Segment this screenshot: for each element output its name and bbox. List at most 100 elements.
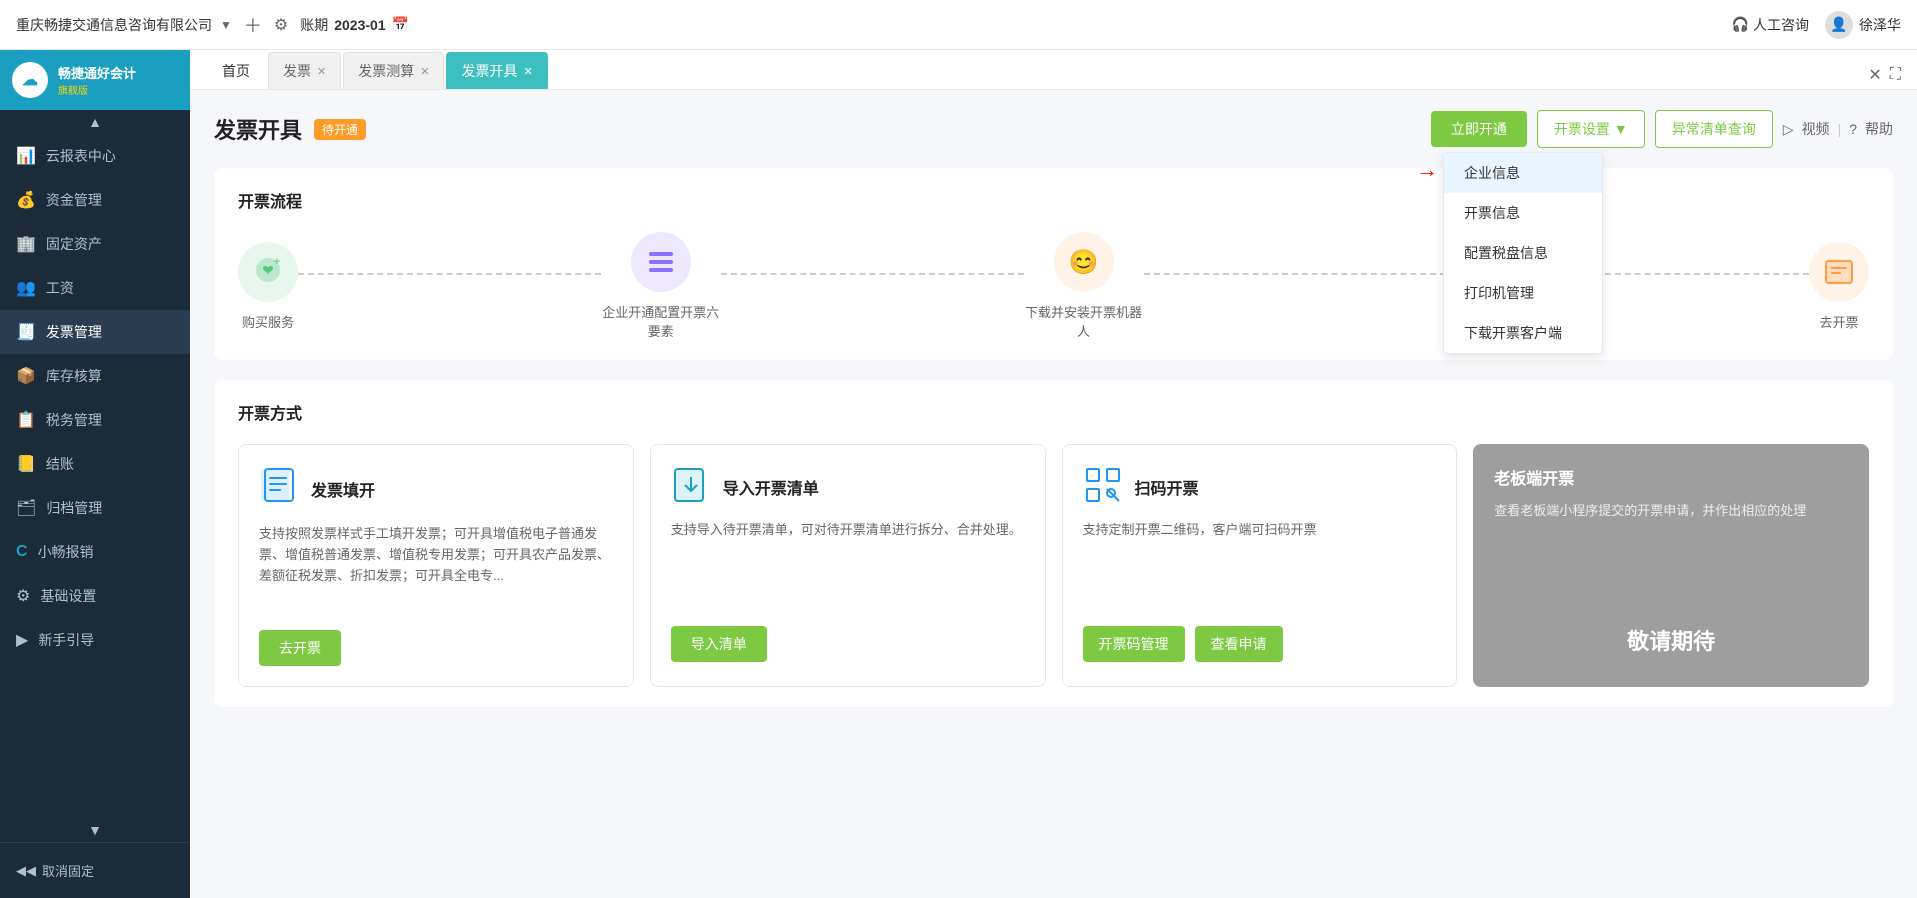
user-profile-btn[interactable]: 👤 徐泽华: [1825, 11, 1901, 39]
settings-btn[interactable]: 开票设置 ▼: [1537, 110, 1645, 148]
tab-invoice-label: 发票: [283, 61, 311, 81]
xiaochang-icon: C: [16, 543, 28, 561]
tab-invoice-issue-label: 发票开具: [461, 61, 517, 81]
scan-invoice-icon: [1083, 465, 1123, 508]
video-label[interactable]: 视频: [1802, 119, 1830, 139]
sidebar-item-kucun[interactable]: 📦 库存核算: [0, 354, 190, 398]
fapiao-icon: 🧾: [16, 322, 36, 342]
main-layout: ☁ 畅捷通好会计 旗舰版 ▲ 📊 云报表中心 💰 资金管理 🏢 固定资产: [0, 50, 1917, 898]
fill-invoice-icon: [259, 465, 299, 512]
exception-btn[interactable]: 异常清单查询: [1655, 110, 1773, 148]
sidebar-item-shuiwu-label: 税务管理: [46, 410, 102, 430]
dropdown-item-printer-mgmt[interactable]: 打印机管理: [1444, 273, 1602, 313]
flow-step-config-label: 企业开通配置开票六要素: [601, 302, 721, 340]
logo-title: 畅捷通好会计: [58, 63, 136, 82]
sidebar-item-zijin[interactable]: 💰 资金管理: [0, 178, 190, 222]
svg-text:❤: ❤: [262, 262, 274, 278]
settings-dropdown: → 企业信息 开票信息 配置税盘信息 打印机管理: [1443, 152, 1603, 354]
sidebar: ☁ 畅捷通好会计 旗舰版 ▲ 📊 云报表中心 💰 资金管理 🏢 固定资产: [0, 50, 190, 898]
human-consult-label: 人工咨询: [1753, 15, 1809, 35]
status-badge: 待开通: [314, 119, 366, 140]
kucun-icon: 📦: [16, 366, 36, 386]
flow-step-go-invoice-label: 去开票: [1819, 312, 1858, 331]
sidebar-scroll-down[interactable]: ▼: [0, 818, 190, 842]
flow-step-download-label: 下载并安装开票机器人: [1024, 302, 1144, 340]
tab-close-btn[interactable]: ✕: [1868, 65, 1881, 85]
method-card-import-list: 导入开票清单 支持导入待开票清单，可对待开票清单进行拆分、合并处理。 导入清单: [650, 444, 1046, 687]
sidebar-item-shuiwu[interactable]: 📋 税务管理: [0, 398, 190, 442]
accounting-period-label: 账期: [300, 15, 328, 35]
tab-expand-btn[interactable]: ⛶: [1890, 66, 1901, 84]
sidebar-item-gongzi[interactable]: 👥 工资: [0, 266, 190, 310]
flow-step-buy-service-label: 购买服务: [242, 312, 294, 331]
activate-btn[interactable]: 立即开通: [1431, 111, 1527, 147]
sidebar-item-zijin-label: 资金管理: [46, 190, 102, 210]
add-company-icon[interactable]: ＋: [244, 12, 262, 38]
boss-invoice-desc: 查看老板端小程序提交的开票申请，并作出相应的处理: [1494, 501, 1848, 522]
cancel-pin-btn[interactable]: ◀◀ 取消固定: [0, 851, 190, 890]
flow-step-go-icon: [1809, 242, 1869, 302]
sidebar-item-xiaochang[interactable]: C 小畅报销: [0, 530, 190, 574]
flow-connector-2: [721, 273, 1024, 275]
logo-badge: 旗舰版: [58, 82, 136, 97]
sidebar-item-kucun-label: 库存核算: [46, 366, 102, 386]
tab-invoice-test-close-icon[interactable]: ✕: [420, 65, 429, 78]
method-card-boss-header: 老板端开票: [1494, 465, 1848, 489]
sidebar-item-fapiao-label: 发票管理: [46, 322, 102, 342]
tab-invoice-issue[interactable]: 发票开具 ✕: [446, 52, 547, 89]
tab-invoice-issue-close-icon[interactable]: ✕: [523, 65, 532, 78]
page-title-area: 发票开具 待开通: [214, 113, 366, 145]
tab-invoice-test-label: 发票测算: [358, 61, 414, 81]
sidebar-item-guidang-label: 归档管理: [46, 498, 102, 518]
shuiwu-icon: 📋: [16, 410, 36, 430]
sidebar-item-yunbao[interactable]: 📊 云报表中心: [0, 134, 190, 178]
tab-invoice-test[interactable]: 发票测算 ✕: [343, 52, 444, 89]
tab-invoice[interactable]: 发票 ✕: [268, 52, 341, 89]
sidebar-scroll-up[interactable]: ▲: [0, 110, 190, 134]
method-section: 开票方式: [214, 380, 1893, 707]
gear-settings-icon[interactable]: ⚙: [274, 15, 288, 35]
flow-section-title: 开票流程: [238, 188, 1869, 212]
scan-invoice-btn[interactable]: 开票码管理: [1083, 626, 1185, 662]
calendar-icon[interactable]: 📅: [392, 16, 409, 33]
sidebar-item-xinshou[interactable]: ▶ 新手引导: [0, 618, 190, 662]
sidebar-logo: ☁ 畅捷通好会计 旗舰版: [0, 50, 190, 110]
sidebar-item-xiaochang-label: 小畅报销: [38, 542, 94, 562]
tab-invoice-close-icon[interactable]: ✕: [317, 65, 326, 78]
jichu-icon: ⚙: [16, 586, 30, 606]
dropdown-item-download-client[interactable]: 下载开票客户端: [1444, 313, 1602, 353]
go-invoice-fill-btn[interactable]: 去开票: [259, 630, 341, 666]
scan-invoice-desc: 支持定制开票二维码，客户端可扫码开票: [1083, 520, 1437, 610]
flow-step-go-invoice: 去开票: [1809, 242, 1869, 331]
sidebar-item-gudingzichan[interactable]: 🏢 固定资产: [0, 222, 190, 266]
sidebar-item-jichu[interactable]: ⚙ 基础设置: [0, 574, 190, 618]
scan-invoice-actions: 开票码管理 查看申请: [1083, 626, 1437, 662]
chevron-down-icon[interactable]: ▼: [220, 18, 232, 32]
flow-steps: ❤ + 购买服务: [238, 232, 1869, 340]
user-name: 徐泽华: [1859, 15, 1901, 35]
sidebar-item-fapiao[interactable]: 🧾 发票管理: [0, 310, 190, 354]
human-consult-btn[interactable]: 🎧 人工咨询: [1732, 15, 1809, 35]
dropdown-item-tax-disk-info[interactable]: 配置税盘信息: [1444, 233, 1602, 273]
method-card-fill-invoice: 发票填开 支持按照发票样式手工填开发票；可开具增值税电子普通发票、增值税普通发票…: [238, 444, 634, 687]
import-list-btn[interactable]: 导入清单: [671, 626, 767, 662]
company-selector[interactable]: 重庆畅捷交通信息咨询有限公司 ▼: [16, 15, 232, 35]
page-header: 发票开具 待开通 立即开通 开票设置 ▼ 异常清单查询 ▷ 视频 | ?: [214, 110, 1893, 148]
help-label[interactable]: 帮助: [1865, 119, 1893, 139]
scan-invoice-title: 扫码开票: [1135, 475, 1199, 499]
sidebar-item-guidang[interactable]: 🗂 归档管理: [0, 486, 190, 530]
flow-step-download-robot: 😊 下载并安装开票机器人: [1024, 232, 1144, 340]
flow-connector-1: [298, 273, 601, 275]
method-cards: 发票填开 支持按照发票样式手工填开发票；可开具增值税电子普通发票、增值税普通发票…: [238, 444, 1869, 687]
flow-connector-3: [1144, 273, 1447, 275]
dropdown-item-company-info[interactable]: 企业信息: [1444, 153, 1602, 193]
sidebar-item-jiezhang-label: 结账: [46, 454, 74, 474]
tab-home[interactable]: 首页: [206, 53, 266, 89]
cancel-pin-label: 取消固定: [42, 861, 94, 880]
dropdown-item-invoice-info[interactable]: 开票信息: [1444, 193, 1602, 233]
scan-invoice-apply-btn[interactable]: 查看申请: [1195, 626, 1283, 662]
import-list-title: 导入开票清单: [723, 475, 819, 499]
sidebar-item-jiezhang[interactable]: 📒 结账: [0, 442, 190, 486]
play-icon: ▷: [1783, 121, 1794, 138]
fill-invoice-title: 发票填开: [311, 477, 375, 501]
